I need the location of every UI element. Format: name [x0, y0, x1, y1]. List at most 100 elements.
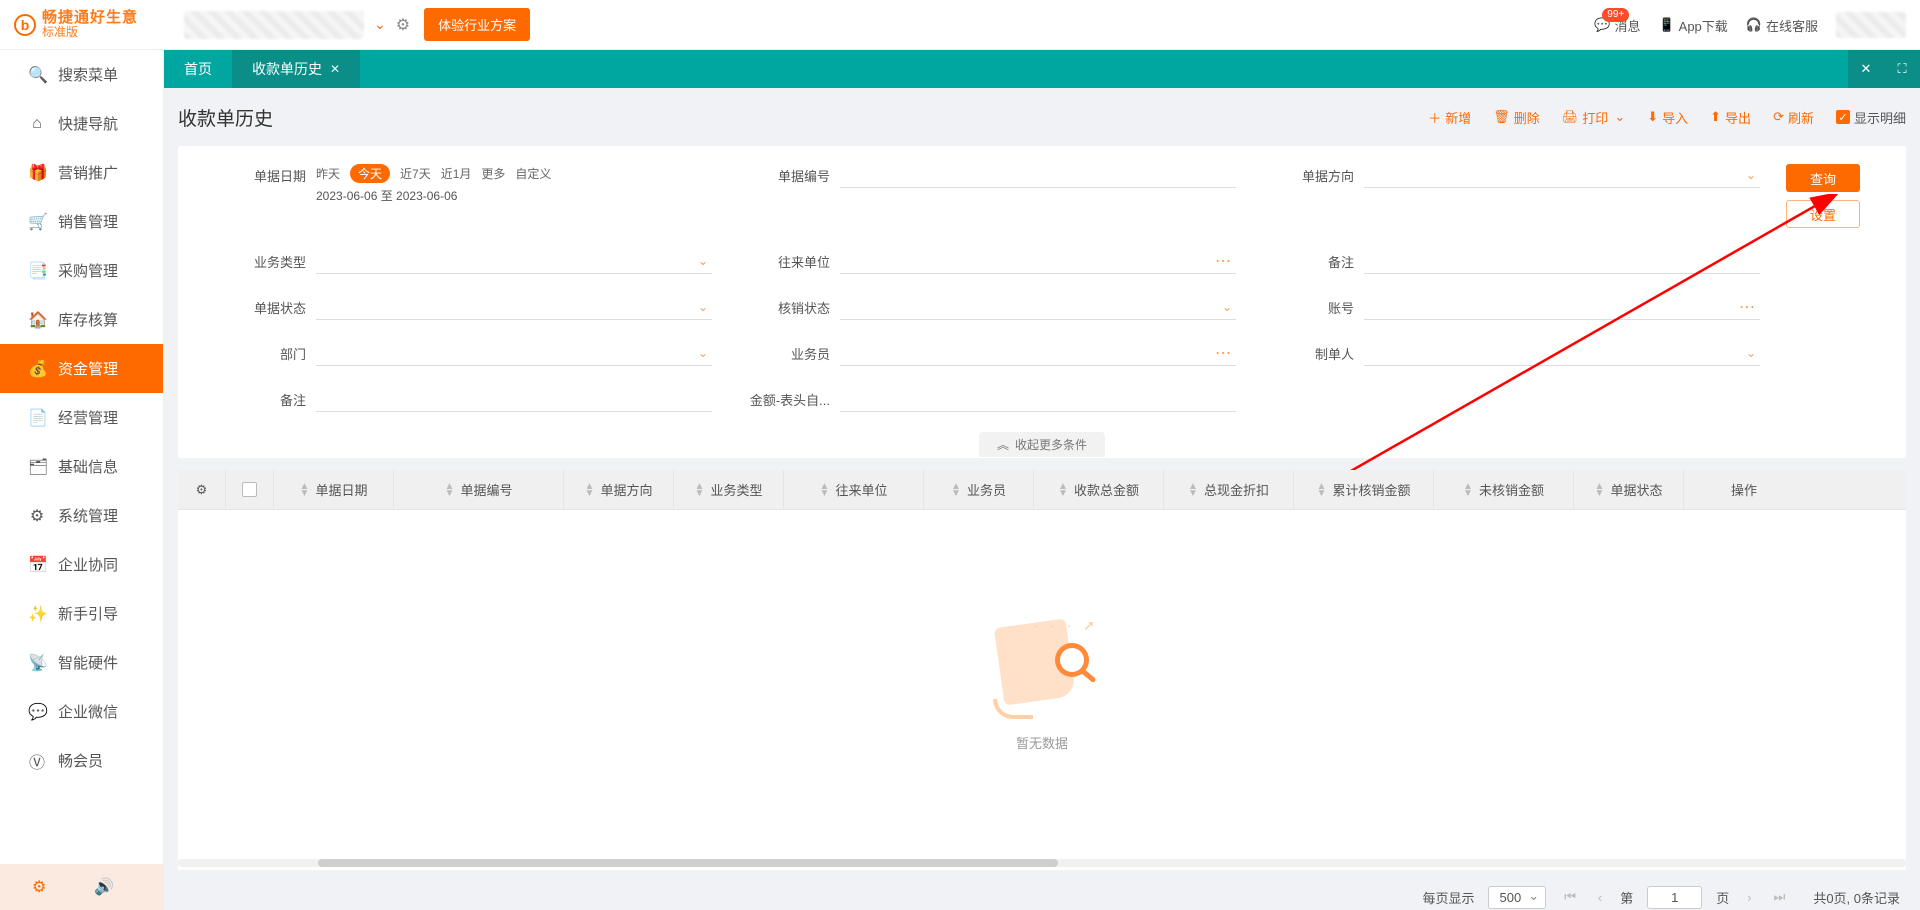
action-new[interactable]: ＋新增 [1428, 108, 1471, 127]
col-3[interactable]: ▲▼业务类型 [674, 470, 784, 509]
pager-first-icon[interactable]: ⏮ [1560, 889, 1580, 905]
col-label: 业务类型 [710, 480, 762, 499]
pager-page-input[interactable]: 1 [1647, 886, 1702, 909]
pager-next-icon[interactable]: › [1743, 890, 1755, 905]
sidebar-collapse-icon[interactable]: 🔊 [94, 877, 114, 897]
select-all-checkbox[interactable] [226, 470, 274, 509]
date-quick-5[interactable]: 自定义 [515, 165, 551, 182]
date-quick-3[interactable]: 近1月 [441, 165, 472, 182]
sidebar-item-7[interactable]: 📄经营管理 [0, 393, 163, 442]
col-2[interactable]: ▲▼单据方向 [564, 470, 674, 509]
sort-icon: ▲▼ [445, 483, 455, 497]
col-label: 业务员 [967, 480, 1006, 499]
per-page-select[interactable]: 500 [1488, 886, 1546, 909]
col-9[interactable]: ▲▼未核销金额 [1434, 470, 1574, 509]
chevron-down-icon: ⌄ [1746, 346, 1756, 360]
sidebar-item-14[interactable]: Ⓥ畅会员 [0, 736, 163, 785]
amount-head-input[interactable] [840, 388, 1236, 412]
col-10[interactable]: ▲▼单据状态 [1574, 470, 1684, 509]
sidebar-item-2[interactable]: 🎁营销推广 [0, 148, 163, 197]
col-0[interactable]: ▲▼单据日期 [274, 470, 394, 509]
remark2-input[interactable] [316, 388, 712, 412]
action-refresh[interactable]: ⟳刷新 [1773, 108, 1814, 127]
date-quick-1[interactable]: 今天 [350, 164, 390, 183]
org-chevron-down-icon[interactable]: ⌄ [374, 16, 386, 33]
action-import[interactable]: ⬇导入 [1647, 108, 1688, 127]
maker-select[interactable]: ⌄ [1364, 342, 1760, 366]
search-button[interactable]: 查询 [1786, 164, 1860, 192]
plus-icon: ＋ [1428, 108, 1441, 127]
action-show-detail[interactable]: ✓显示明细 [1836, 108, 1906, 127]
tab-close-icon[interactable]: ✕ [330, 62, 340, 76]
per-page-label: 每页显示 [1422, 888, 1474, 907]
sidebar-item-6[interactable]: 💰资金管理 [0, 344, 163, 393]
brand-sub: 标准版 [42, 26, 138, 39]
sort-icon: ▲▼ [820, 483, 830, 497]
col-1[interactable]: ▲▼单据编号 [394, 470, 564, 509]
sidebar-item-13[interactable]: 💬企业微信 [0, 687, 163, 736]
pager-prev-icon[interactable]: ‹ [1594, 890, 1606, 905]
user-avatar-blurred[interactable] [1836, 12, 1906, 38]
field-verify-state: 核销状态 ⌄ [712, 296, 1236, 320]
col-5[interactable]: ▲▼业务员 [924, 470, 1034, 509]
horizontal-scrollbar[interactable] [178, 856, 1906, 870]
trial-plan-button[interactable]: 体验行业方案 [424, 8, 530, 41]
sidebar-item-5[interactable]: 🏠库存核算 [0, 295, 163, 344]
sidebar-item-icon: 📄 [28, 408, 46, 428]
field-doc-date: 单据日期 昨天今天近7天近1月更多自定义 2023-06-06 至 2023-0… [188, 164, 712, 228]
date-quick-4[interactable]: 更多 [481, 165, 505, 182]
sidebar-item-3[interactable]: 🛒销售管理 [0, 197, 163, 246]
col-11[interactable]: 操作 [1684, 470, 1804, 509]
sidebar-item-4[interactable]: 📑采购管理 [0, 246, 163, 295]
collapse-conditions-button[interactable]: ︽ 收起更多条件 [979, 432, 1105, 457]
action-delete[interactable]: 🗑删除 [1493, 108, 1540, 127]
date-quick-0[interactable]: 昨天 [316, 165, 340, 182]
doc-no-input[interactable] [840, 164, 1236, 188]
sidebar-item-1[interactable]: ⌂快捷导航 [0, 99, 163, 148]
column-settings-button[interactable]: ⚙ [178, 470, 226, 509]
tab-0[interactable]: 首页 [164, 50, 232, 88]
sidebar-item-10[interactable]: 📅企业协同 [0, 540, 163, 589]
partner-picker[interactable]: ⋯ [840, 250, 1236, 274]
sort-icon: ▲▼ [1317, 483, 1327, 497]
doc-state-select[interactable]: ⌄ [316, 296, 712, 320]
biz-type-select[interactable]: ⌄ [316, 250, 712, 274]
sidebar-item-9[interactable]: ⚙系统管理 [0, 491, 163, 540]
org-selector-blurred[interactable] [184, 11, 364, 39]
org-settings-gear-icon[interactable]: ⚙ [396, 15, 410, 35]
dept-select[interactable]: ⌄ [316, 342, 712, 366]
date-quick-2[interactable]: 近7天 [400, 165, 431, 182]
action-print[interactable]: 🖨打印⌄ [1562, 108, 1625, 127]
action-export[interactable]: ⬆导出 [1710, 108, 1751, 127]
support-button[interactable]: 🎧 在线客服 [1746, 16, 1818, 35]
field-biz-type: 业务类型 ⌄ [188, 250, 712, 274]
col-7[interactable]: ▲▼总现金折扣 [1164, 470, 1294, 509]
sidebar-item-8[interactable]: 🗂基础信息 [0, 442, 163, 491]
col-6[interactable]: ▲▼收款总金额 [1034, 470, 1164, 509]
messages-button[interactable]: 💬 消息 99+ [1594, 16, 1640, 35]
sidebar-item-0[interactable]: 🔍搜索菜单 [0, 50, 163, 99]
sidebar-settings-gear-icon[interactable]: ⚙ [32, 877, 46, 897]
print-icon: 🖨 [1562, 109, 1579, 125]
col-label: 累计核销金额 [1332, 480, 1410, 499]
filter-setting-button[interactable]: 设置 [1786, 200, 1860, 228]
tab-fullscreen-icon[interactable]: ⛶ [1884, 50, 1920, 88]
operator-picker[interactable]: ⋯ [840, 342, 1236, 366]
pager-last-icon[interactable]: ⏭ [1770, 889, 1790, 905]
ellipsis-icon: ⋯ [1215, 343, 1232, 363]
doc-dir-select[interactable]: ⌄ [1364, 164, 1760, 188]
sidebar-item-12[interactable]: 📡智能硬件 [0, 638, 163, 687]
verify-state-select[interactable]: ⌄ [840, 296, 1236, 320]
checkbox-icon [242, 482, 257, 497]
col-label: 单据方向 [600, 480, 652, 499]
col-4[interactable]: ▲▼往来单位 [784, 470, 924, 509]
main-area: 收款单历史 ＋新增 🗑删除 🖨打印⌄ ⬇导入 ⬆导出 ⟳刷新 ✓显示明细 单据日… [164, 88, 1920, 910]
tab-1[interactable]: 收款单历史✕ [232, 50, 360, 88]
table-header: ⚙ ▲▼单据日期▲▼单据编号▲▼单据方向▲▼业务类型▲▼往来单位▲▼业务员▲▼收… [178, 470, 1906, 510]
app-download-button[interactable]: 📱 App下载 [1658, 16, 1727, 35]
account-picker[interactable]: ⋯ [1364, 296, 1760, 320]
sidebar-item-11[interactable]: ✨新手引导 [0, 589, 163, 638]
col-8[interactable]: ▲▼ 累计核销金额 [1294, 470, 1434, 509]
tab-close-all-icon[interactable]: ✕ [1848, 50, 1884, 88]
remark1-input[interactable] [1364, 250, 1760, 274]
